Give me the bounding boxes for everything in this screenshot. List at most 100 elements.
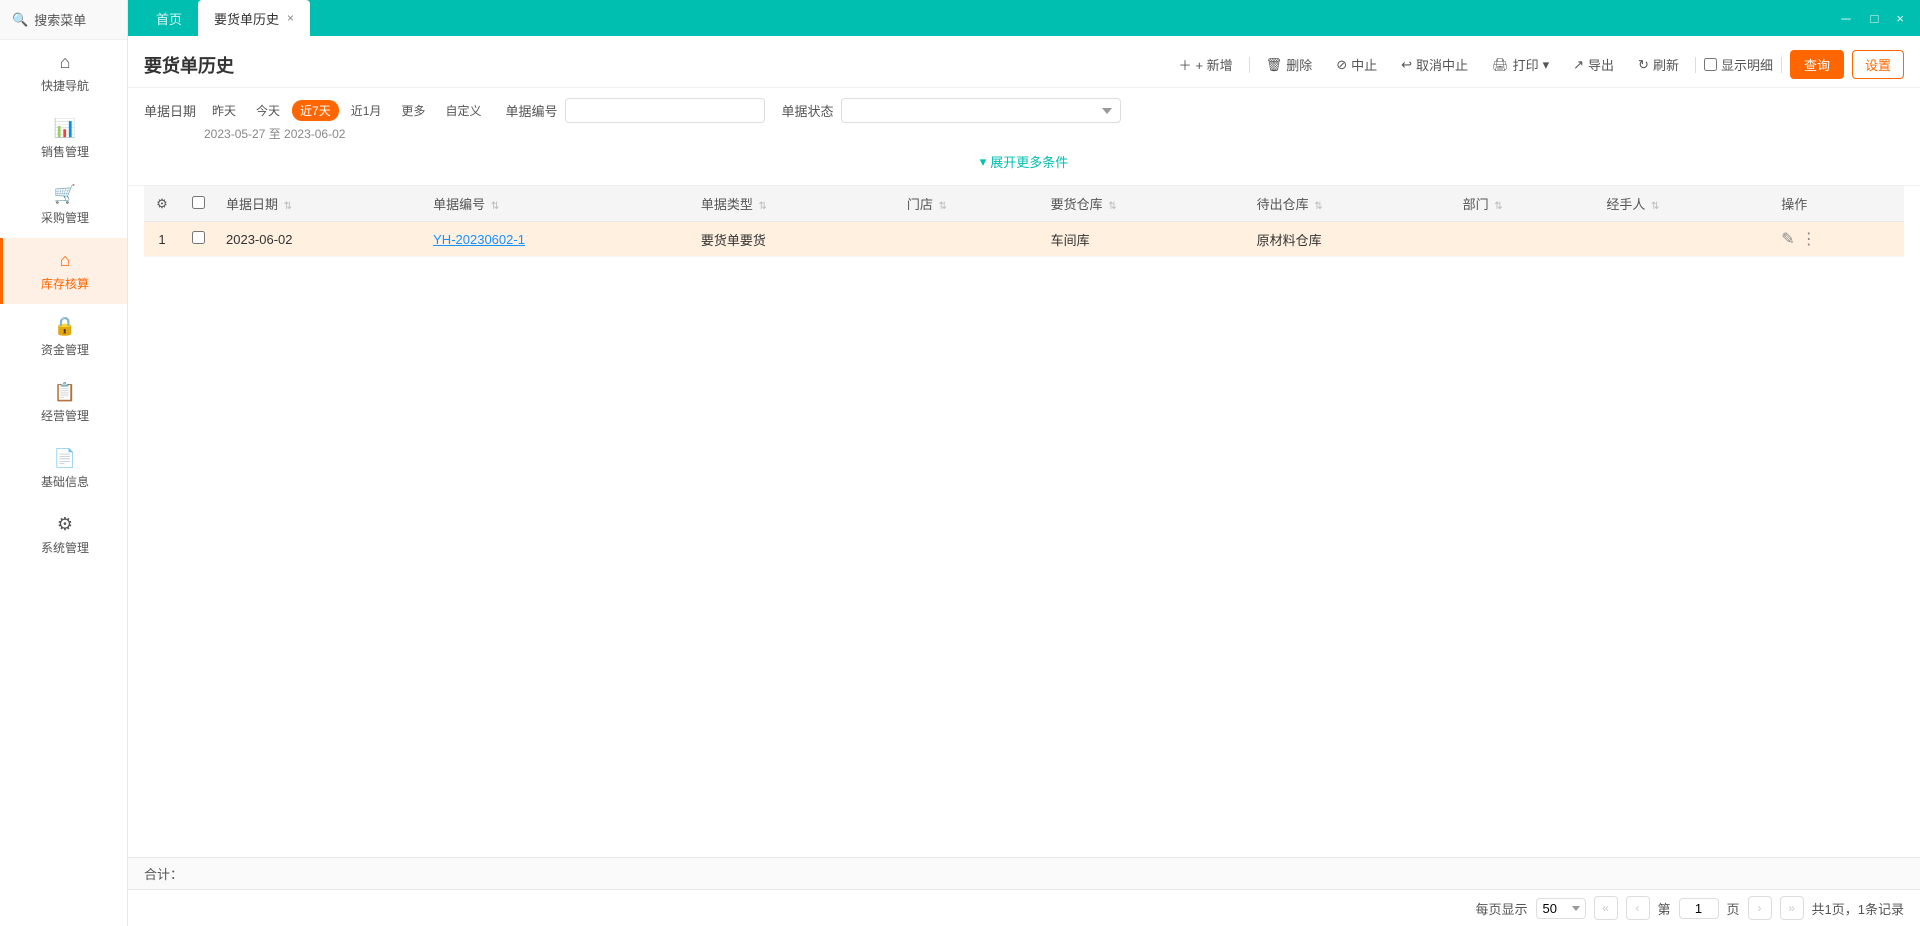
settings-button[interactable]: 设置 bbox=[1852, 50, 1904, 79]
data-table-wrap: ⚙ 单据日期 ⇅ 单据编号 ⇅ bbox=[128, 186, 1920, 857]
col-header-order-no: 单据编号 ⇅ bbox=[423, 186, 691, 222]
delete-button[interactable]: 🗑 删除 bbox=[1258, 51, 1321, 78]
cancel-stop-button[interactable]: ↩ 取消中止 bbox=[1393, 51, 1476, 78]
sidebar-item-quick-nav[interactable]: ⌂ 快捷导航 bbox=[0, 40, 127, 106]
order-no-link[interactable]: YH-20230602-1 bbox=[433, 232, 525, 247]
filter-order-no: 单据编号 bbox=[505, 98, 765, 123]
print-button[interactable]: 🖨 打印 ▾ bbox=[1484, 51, 1557, 78]
separator-1 bbox=[1249, 57, 1250, 73]
row-type: 要货单要货 bbox=[691, 222, 897, 257]
filter-status: 单据状态 bbox=[781, 98, 1121, 123]
sort-type-icon[interactable]: ⇅ bbox=[759, 201, 767, 212]
row-edit-icon[interactable]: ✎ bbox=[1781, 229, 1794, 249]
sidebar-item-purchase[interactable]: 🛒 采购管理 bbox=[0, 172, 127, 238]
stop-label: 中止 bbox=[1351, 55, 1377, 74]
date-btn-last7days[interactable]: 近7天 bbox=[292, 100, 339, 121]
settings-col-icon[interactable]: ⚙ bbox=[156, 196, 168, 211]
refresh-button[interactable]: ↻ 刷新 bbox=[1630, 51, 1687, 78]
show-detail-checkbox[interactable] bbox=[1704, 58, 1717, 71]
col-header-department: 部门 ⇅ bbox=[1453, 186, 1597, 222]
row-actions: ✎ ⋮ bbox=[1771, 222, 1904, 257]
search-icon: 🔍 bbox=[12, 12, 28, 28]
tab-home-label: 首页 bbox=[156, 9, 182, 28]
show-detail-checkbox-wrap[interactable]: 显示明细 bbox=[1704, 55, 1773, 74]
row-store bbox=[897, 222, 1041, 257]
order-no-input[interactable] bbox=[565, 98, 765, 123]
table-row[interactable]: 1 2023-06-02 YH-20230602-1 要货单要货 车间库 bbox=[144, 222, 1904, 257]
col-settings: ⚙ bbox=[144, 186, 180, 222]
sidebar-item-label: 采购管理 bbox=[41, 209, 89, 226]
print-label: 打印 bbox=[1513, 55, 1539, 74]
date-btn-custom[interactable]: 自定义 bbox=[437, 100, 489, 121]
row-date: 2023-06-02 bbox=[216, 222, 423, 257]
sort-date-icon[interactable]: ⇅ bbox=[284, 201, 292, 212]
expand-more-btn[interactable]: ▾ 展开更多条件 bbox=[976, 148, 1073, 175]
sidebar-item-operations[interactable]: 📋 经营管理 bbox=[0, 370, 127, 436]
date-btn-today[interactable]: 今天 bbox=[248, 100, 288, 121]
sort-req-warehouse-icon[interactable]: ⇅ bbox=[1108, 201, 1116, 212]
window-close-button[interactable]: × bbox=[1892, 9, 1908, 28]
pagination-bar: 每页显示 20 50 100 « ‹ 第 页 › » 共1页，1条记录 bbox=[128, 889, 1920, 926]
col-header-actions: 操作 bbox=[1771, 186, 1904, 222]
sort-store-icon[interactable]: ⇅ bbox=[939, 201, 947, 212]
maximize-button[interactable]: □ bbox=[1867, 9, 1883, 28]
tab-close-icon[interactable]: × bbox=[287, 11, 294, 25]
sort-department-icon[interactable]: ⇅ bbox=[1494, 201, 1502, 212]
row-more-icon[interactable]: ⋮ bbox=[1801, 229, 1817, 249]
chart-icon: 📊 bbox=[54, 118, 76, 139]
row-req-warehouse: 车间库 bbox=[1041, 222, 1247, 257]
export-button[interactable]: ↗ 导出 bbox=[1565, 51, 1622, 78]
order-no-label: 单据编号 bbox=[505, 101, 557, 120]
lock-icon: 🔒 bbox=[54, 316, 76, 337]
cancel-stop-icon: ↩ bbox=[1401, 57, 1412, 73]
tab-home[interactable]: 首页 bbox=[140, 0, 198, 36]
date-btn-last-month[interactable]: 近1月 bbox=[343, 100, 390, 121]
plus-icon: ＋ bbox=[1178, 55, 1191, 74]
col-header-req-warehouse: 要货仓库 ⇅ bbox=[1041, 186, 1247, 222]
stop-button[interactable]: ⊘ 中止 bbox=[1328, 51, 1385, 78]
sidebar-item-inventory[interactable]: ⌂ 库存核算 bbox=[0, 238, 127, 304]
operations-icon: 📋 bbox=[54, 382, 76, 403]
status-select[interactable] bbox=[841, 98, 1121, 123]
expand-label: 展开更多条件 bbox=[990, 152, 1068, 171]
topbar-window-controls: － □ × bbox=[1836, 7, 1908, 30]
separator-3 bbox=[1781, 57, 1782, 73]
sort-order-no-icon[interactable]: ⇅ bbox=[491, 201, 499, 212]
current-page-input[interactable] bbox=[1679, 898, 1719, 919]
last-page-button[interactable]: » bbox=[1780, 896, 1804, 920]
new-label: + 新增 bbox=[1195, 55, 1232, 74]
col-header-store: 门店 ⇅ bbox=[897, 186, 1041, 222]
row-checkbox[interactable] bbox=[192, 231, 205, 244]
table-header-row: ⚙ 单据日期 ⇅ 单据编号 ⇅ bbox=[144, 186, 1904, 222]
sidebar-item-system[interactable]: ⚙ 系统管理 bbox=[0, 502, 127, 568]
sidebar-search[interactable]: 🔍 搜索菜单 bbox=[0, 0, 127, 40]
query-button[interactable]: 查询 bbox=[1790, 50, 1844, 79]
row-pending-warehouse: 原材料仓库 bbox=[1247, 222, 1453, 257]
sidebar-item-label: 系统管理 bbox=[41, 539, 89, 556]
select-all-checkbox[interactable] bbox=[192, 196, 205, 209]
next-page-button[interactable]: › bbox=[1748, 896, 1772, 920]
stop-icon: ⊘ bbox=[1336, 57, 1347, 73]
filter-bar: 单据日期 昨天 今天 近7天 近1月 更多 自定义 单据编号 bbox=[128, 88, 1920, 186]
sort-pending-warehouse-icon[interactable]: ⇅ bbox=[1314, 201, 1322, 212]
row-checkbox-cell bbox=[180, 222, 216, 257]
refresh-icon: ↻ bbox=[1638, 57, 1649, 73]
expand-icon: ▾ bbox=[980, 154, 987, 170]
sidebar-item-basic-info[interactable]: 📄 基础信息 bbox=[0, 436, 127, 502]
prev-page-button[interactable]: ‹ bbox=[1626, 896, 1650, 920]
topbar: 首页 要货单历史 × － □ × bbox=[128, 0, 1920, 36]
minimize-button[interactable]: － bbox=[1836, 7, 1857, 30]
col-header-pending-warehouse: 待出仓库 ⇅ bbox=[1247, 186, 1453, 222]
col-header-handler: 经手人 ⇅ bbox=[1596, 186, 1771, 222]
cart-icon: 🛒 bbox=[54, 184, 76, 205]
new-button[interactable]: ＋ + 新增 bbox=[1170, 51, 1240, 78]
first-page-button[interactable]: « bbox=[1594, 896, 1618, 920]
separator-2 bbox=[1695, 57, 1696, 73]
tab-requisition-history[interactable]: 要货单历史 × bbox=[198, 0, 310, 36]
sort-handler-icon[interactable]: ⇅ bbox=[1651, 201, 1659, 212]
sidebar-item-finance[interactable]: 🔒 资金管理 bbox=[0, 304, 127, 370]
date-btn-yesterday[interactable]: 昨天 bbox=[204, 100, 244, 121]
per-page-select[interactable]: 20 50 100 bbox=[1536, 898, 1586, 919]
sidebar-item-sales[interactable]: 📊 销售管理 bbox=[0, 106, 127, 172]
date-btn-more[interactable]: 更多 bbox=[393, 100, 433, 121]
